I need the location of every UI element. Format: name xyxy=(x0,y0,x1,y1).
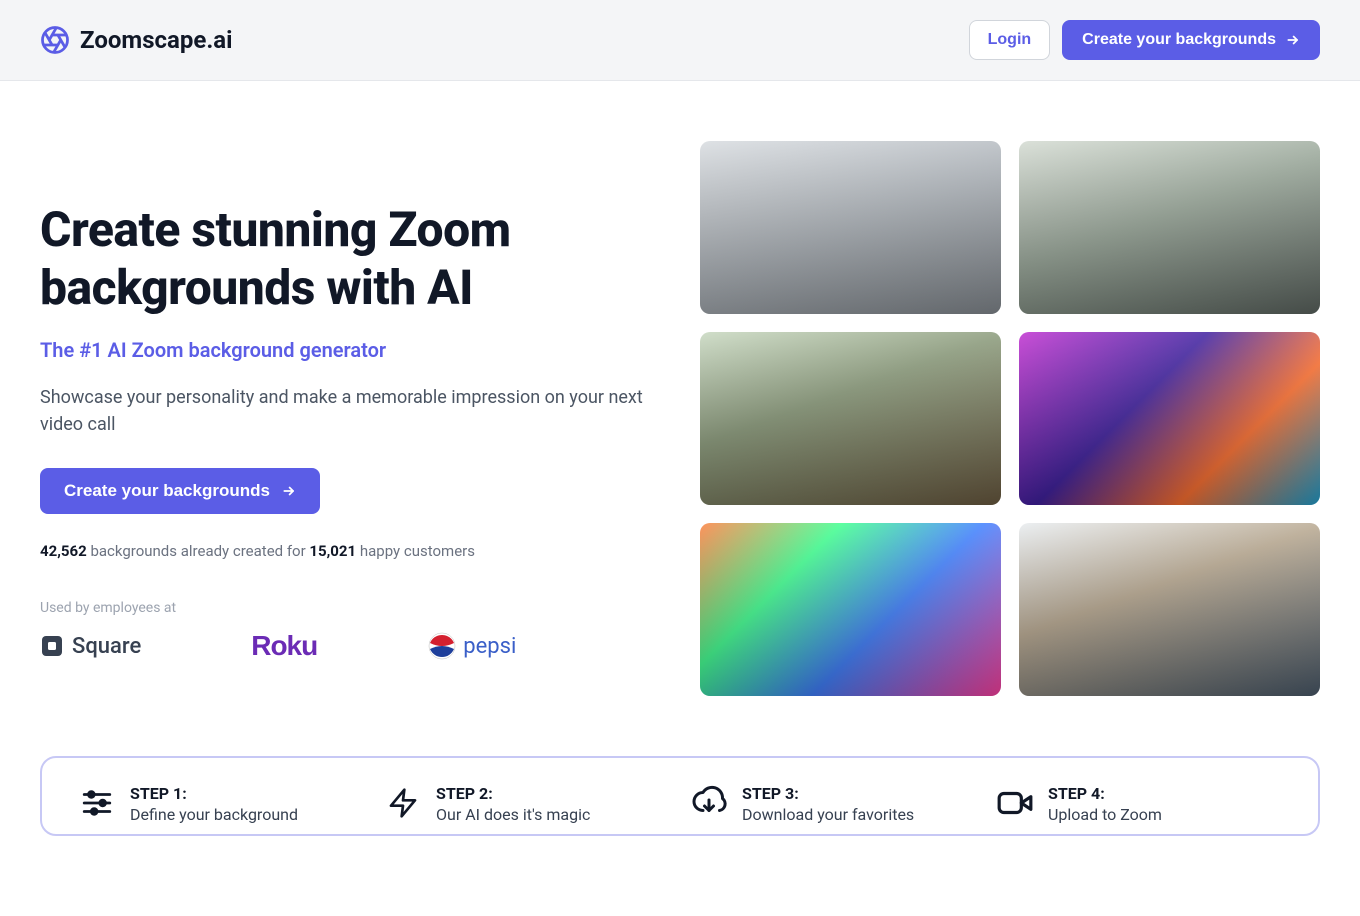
hero-subtitle: The #1 AI Zoom background generator xyxy=(40,338,660,362)
step-1: STEP 1: Define your background xyxy=(78,784,364,824)
square-icon xyxy=(40,634,64,658)
button-label: Create your backgrounds xyxy=(64,481,270,501)
step-4: STEP 4: Upload to Zoom xyxy=(996,784,1282,824)
step-label: STEP 3: xyxy=(742,784,914,803)
brand-logo[interactable]: Zoomscape.ai xyxy=(40,25,233,55)
step-desc: Upload to Zoom xyxy=(1048,805,1162,824)
gallery-image-2 xyxy=(1019,141,1320,314)
hero-title: Create stunning Zoom backgrounds with AI xyxy=(40,201,660,316)
login-button[interactable]: Login xyxy=(969,20,1051,60)
steps-section: STEP 1: Define your background STEP 2: O… xyxy=(40,756,1320,836)
step-desc: Define your background xyxy=(130,805,298,824)
company-logos: Square Roku pepsi xyxy=(40,630,660,662)
roku-logo: Roku xyxy=(251,630,317,662)
arrow-right-icon xyxy=(1286,33,1300,47)
create-backgrounds-button-hero[interactable]: Create your backgrounds xyxy=(40,468,320,514)
background-gallery xyxy=(700,141,1320,696)
step-3: STEP 3: Download your favorites xyxy=(690,784,976,824)
square-logo: Square xyxy=(40,634,141,659)
step-label: STEP 4: xyxy=(1048,784,1162,803)
hero-description: Showcase your personality and make a mem… xyxy=(40,384,660,438)
download-cloud-icon xyxy=(690,784,728,822)
hero-content: Create stunning Zoom backgrounds with AI… xyxy=(40,141,660,696)
lightning-icon xyxy=(384,784,422,822)
arrow-right-icon xyxy=(282,484,296,498)
pepsi-logo: pepsi xyxy=(427,631,516,661)
gallery-image-3 xyxy=(700,332,1001,505)
step-2: STEP 2: Our AI does it's magic xyxy=(384,784,670,824)
step-label: STEP 2: xyxy=(436,784,590,803)
create-backgrounds-button-header[interactable]: Create your backgrounds xyxy=(1062,20,1320,60)
pepsi-icon xyxy=(427,631,457,661)
button-label: Create your backgrounds xyxy=(1082,31,1276,49)
steps-box: STEP 1: Define your background STEP 2: O… xyxy=(40,756,1320,836)
gallery-image-5 xyxy=(700,523,1001,696)
nav-buttons: Login Create your backgrounds xyxy=(969,20,1320,60)
gallery-image-6 xyxy=(1019,523,1320,696)
aperture-icon xyxy=(40,25,70,55)
sliders-icon xyxy=(78,784,116,822)
step-label: STEP 1: xyxy=(130,784,298,803)
stats-line: 42,562 backgrounds already created for 1… xyxy=(40,542,660,560)
video-icon xyxy=(996,784,1034,822)
gallery-image-4 xyxy=(1019,332,1320,505)
gallery-image-1 xyxy=(700,141,1001,314)
header: Zoomscape.ai Login Create your backgroun… xyxy=(0,0,1360,81)
hero-section: Create stunning Zoom backgrounds with AI… xyxy=(40,141,1320,696)
step-desc: Our AI does it's magic xyxy=(436,805,590,824)
used-by-label: Used by employees at xyxy=(40,600,660,616)
stats-backgrounds-count: 42,562 xyxy=(40,542,87,560)
step-desc: Download your favorites xyxy=(742,805,914,824)
brand-name: Zoomscape.ai xyxy=(80,26,233,54)
stats-customers-count: 15,021 xyxy=(309,542,356,560)
